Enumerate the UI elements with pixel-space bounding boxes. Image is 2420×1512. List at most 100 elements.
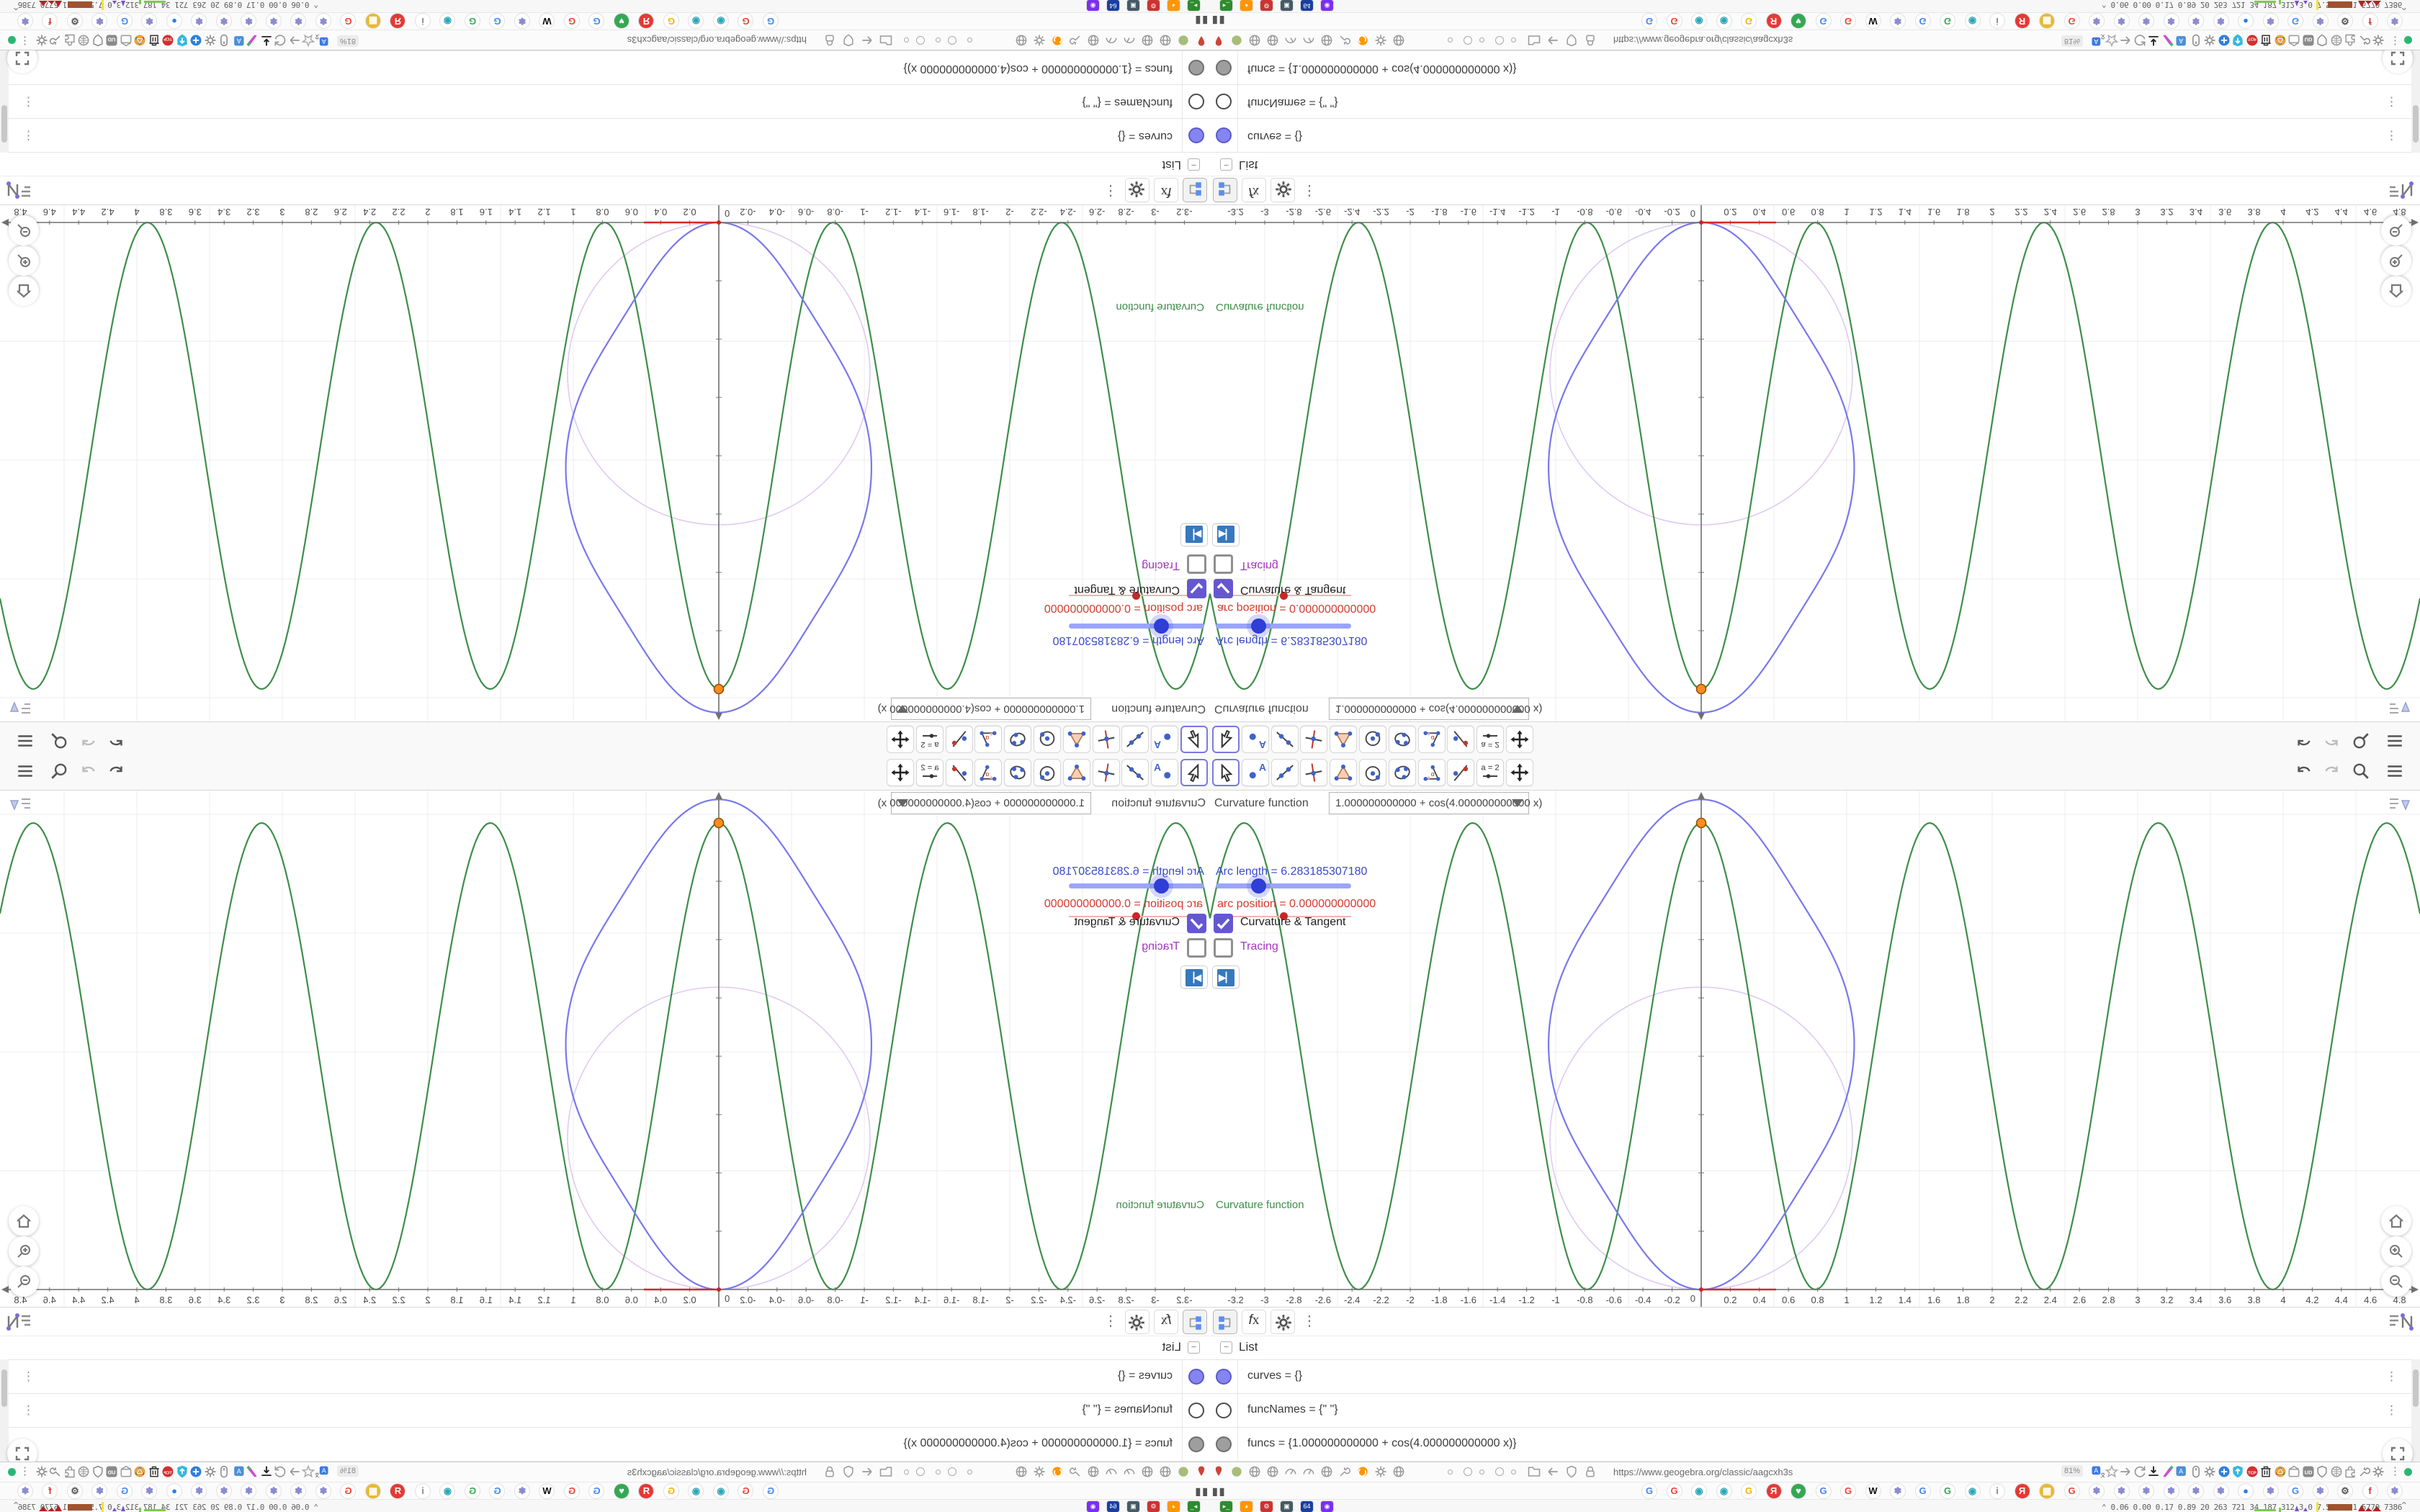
tool-move-graphics-view[interactable]: [1506, 726, 1533, 753]
bookmark-tile[interactable]: ◉: [1087, 1501, 1099, 1512]
browser-tab[interactable]: Я: [390, 14, 405, 28]
extension-tcp-icon[interactable]: TCP: [162, 34, 176, 48]
browser-tab[interactable]: ◉: [1965, 14, 1980, 28]
scrollbar-thumb[interactable]: [2413, 105, 2419, 143]
browser-tab[interactable]: ✽: [192, 1484, 207, 1498]
extension-gear-icon[interactable]: [35, 1464, 49, 1478]
extension-gear-icon[interactable]: [204, 1464, 218, 1478]
tool-slider[interactable]: a = 2: [915, 726, 944, 753]
extension-globe-grid-icon[interactable]: [78, 34, 91, 48]
collapse-list-button[interactable]: −: [1220, 1341, 1232, 1354]
browser-tab[interactable]: ✽: [2089, 14, 2104, 28]
algebra-expression[interactable]: curves = {}: [1247, 130, 1302, 143]
tool-line-two-points[interactable]: [1121, 726, 1150, 753]
scrollbar-thumb[interactable]: [1, 105, 7, 143]
browser-tab[interactable]: G: [465, 1484, 480, 1498]
browser-tab[interactable]: G: [565, 1484, 579, 1498]
tool-perpendicular-line[interactable]: [1092, 759, 1120, 786]
tree-view-button[interactable]: [1183, 178, 1207, 202]
browser-tab[interactable]: G: [1667, 1484, 1682, 1498]
curvature-tangent-checkbox[interactable]: [1214, 914, 1233, 933]
globe-icon[interactable]: [1086, 33, 1101, 48]
globe-icon[interactable]: [1014, 1464, 1028, 1479]
dropdown-caret-icon[interactable]: [1512, 799, 1523, 807]
extension-trash-icon[interactable]: [148, 1464, 161, 1478]
globe-icon[interactable]: [1158, 1464, 1173, 1479]
extension-puzzle-icon[interactable]: [63, 34, 77, 48]
browser-tab[interactable]: ◉: [714, 1484, 728, 1498]
tool-move[interactable]: [1180, 759, 1208, 786]
gear-icon[interactable]: [1032, 33, 1047, 48]
browser-tab[interactable]: G: [1841, 1484, 1855, 1498]
extension-wrench-icon[interactable]: [2357, 34, 2371, 48]
algebra-scrollbar[interactable]: [2411, 50, 2420, 153]
folder-icon[interactable]: [1527, 33, 1541, 48]
menu-button[interactable]: [2385, 762, 2407, 782]
tool-reflect-about-line[interactable]: [945, 726, 973, 753]
bookmark-tile[interactable]: ◕: [1168, 0, 1180, 11]
browser-tab[interactable]: G: [1642, 14, 1657, 28]
extension-box-icon[interactable]: [120, 34, 133, 48]
gauge-icon[interactable]: [1301, 1464, 1316, 1479]
home-button[interactable]: [9, 1206, 39, 1236]
extension-trash-icon[interactable]: [2259, 1464, 2272, 1478]
tool-move[interactable]: [1212, 726, 1240, 753]
browser-tab[interactable]: G: [490, 14, 505, 28]
browser-tab[interactable]: G: [1816, 1484, 1831, 1498]
extension-gear-icon[interactable]: [204, 34, 218, 48]
tool-move-graphics-view[interactable]: [887, 759, 914, 786]
extension-globe-grid-icon[interactable]: [2329, 34, 2343, 48]
globe-icon[interactable]: [1319, 33, 1334, 48]
gauge-icon[interactable]: [1283, 1464, 1298, 1479]
folder-icon[interactable]: [1527, 1464, 1541, 1479]
function-view-button[interactable]: fx: [1242, 178, 1266, 202]
extension-box-icon[interactable]: [2287, 34, 2300, 48]
browser-tab[interactable]: ♥: [1791, 14, 1806, 28]
globe-icon[interactable]: [1247, 33, 1262, 48]
browser-tab[interactable]: G: [465, 14, 480, 28]
panel-more-icon[interactable]: ⋮: [1103, 182, 1118, 200]
tool-perpendicular-line[interactable]: [1092, 726, 1120, 753]
extension-star-icon[interactable]: [2105, 1464, 2118, 1478]
extension-trash-icon[interactable]: [148, 34, 161, 48]
browser-tab[interactable]: ●: [167, 1484, 182, 1498]
folder-icon[interactable]: [879, 33, 893, 48]
browser-tab[interactable]: Я: [1766, 14, 1781, 28]
avatar-icon[interactable]: [1176, 1464, 1191, 1479]
extension-puzzle-icon[interactable]: [63, 1464, 77, 1478]
extension-wrench-icon[interactable]: [2357, 1464, 2371, 1478]
extension-brush-icon[interactable]: [2161, 1464, 2174, 1478]
extension-download-icon[interactable]: [260, 1464, 274, 1478]
browser-tab[interactable]: i: [416, 14, 430, 28]
browser-tab[interactable]: G: [1742, 14, 1756, 28]
graphics-view[interactable]: -3.2 -3 -2.8 -2.6 -2.4 -2.2 -2 -1.8 -1.6 -1.4 -1.2…: [1210, 791, 2420, 1307]
tool-slider[interactable]: a = 2: [1476, 759, 1505, 786]
extension-forward-icon[interactable]: [2118, 1464, 2132, 1478]
browser-tab[interactable]: W: [1865, 1484, 1881, 1498]
globe-icon[interactable]: [1392, 1464, 1406, 1479]
tool-reflect-about-line[interactable]: [945, 759, 973, 786]
extension-shield-up-icon[interactable]: [2231, 1464, 2244, 1478]
arc-length-slider-knob[interactable]: [1251, 878, 1266, 894]
browser-tab[interactable]: ⚙: [68, 14, 82, 28]
bookmark-tile[interactable]: ◕: [1168, 1501, 1180, 1512]
tool-point[interactable]: A: [1151, 759, 1179, 786]
extension-forward-icon[interactable]: [288, 1464, 302, 1478]
browser-tab[interactable]: ▦: [366, 14, 380, 28]
dropdown-caret-icon[interactable]: [1512, 705, 1523, 713]
tool-reflect-about-line[interactable]: [1447, 759, 1475, 786]
browser-tab[interactable]: ✽: [192, 14, 207, 28]
tool-slider[interactable]: a = 2: [1476, 726, 1505, 753]
tree-view-button[interactable]: [1183, 1310, 1207, 1334]
tool-move[interactable]: [1180, 726, 1208, 753]
tool-move-graphics-view[interactable]: [1506, 759, 1533, 786]
undo-button[interactable]: [104, 762, 126, 782]
extension-box-icon[interactable]: [120, 1464, 133, 1478]
browser-tab[interactable]: ▦: [366, 1484, 380, 1498]
extension-translate-icon[interactable]: A文: [2090, 1464, 2106, 1479]
browser-tab[interactable]: f: [2362, 1484, 2378, 1498]
url-text[interactable]: https://www.geogebra.org/classic/aagcxh3…: [627, 1467, 807, 1477]
gauge-icon[interactable]: [1301, 33, 1316, 48]
browser-tab[interactable]: ✽: [2388, 1484, 2402, 1498]
extension-shield-up-icon[interactable]: [2231, 34, 2244, 48]
